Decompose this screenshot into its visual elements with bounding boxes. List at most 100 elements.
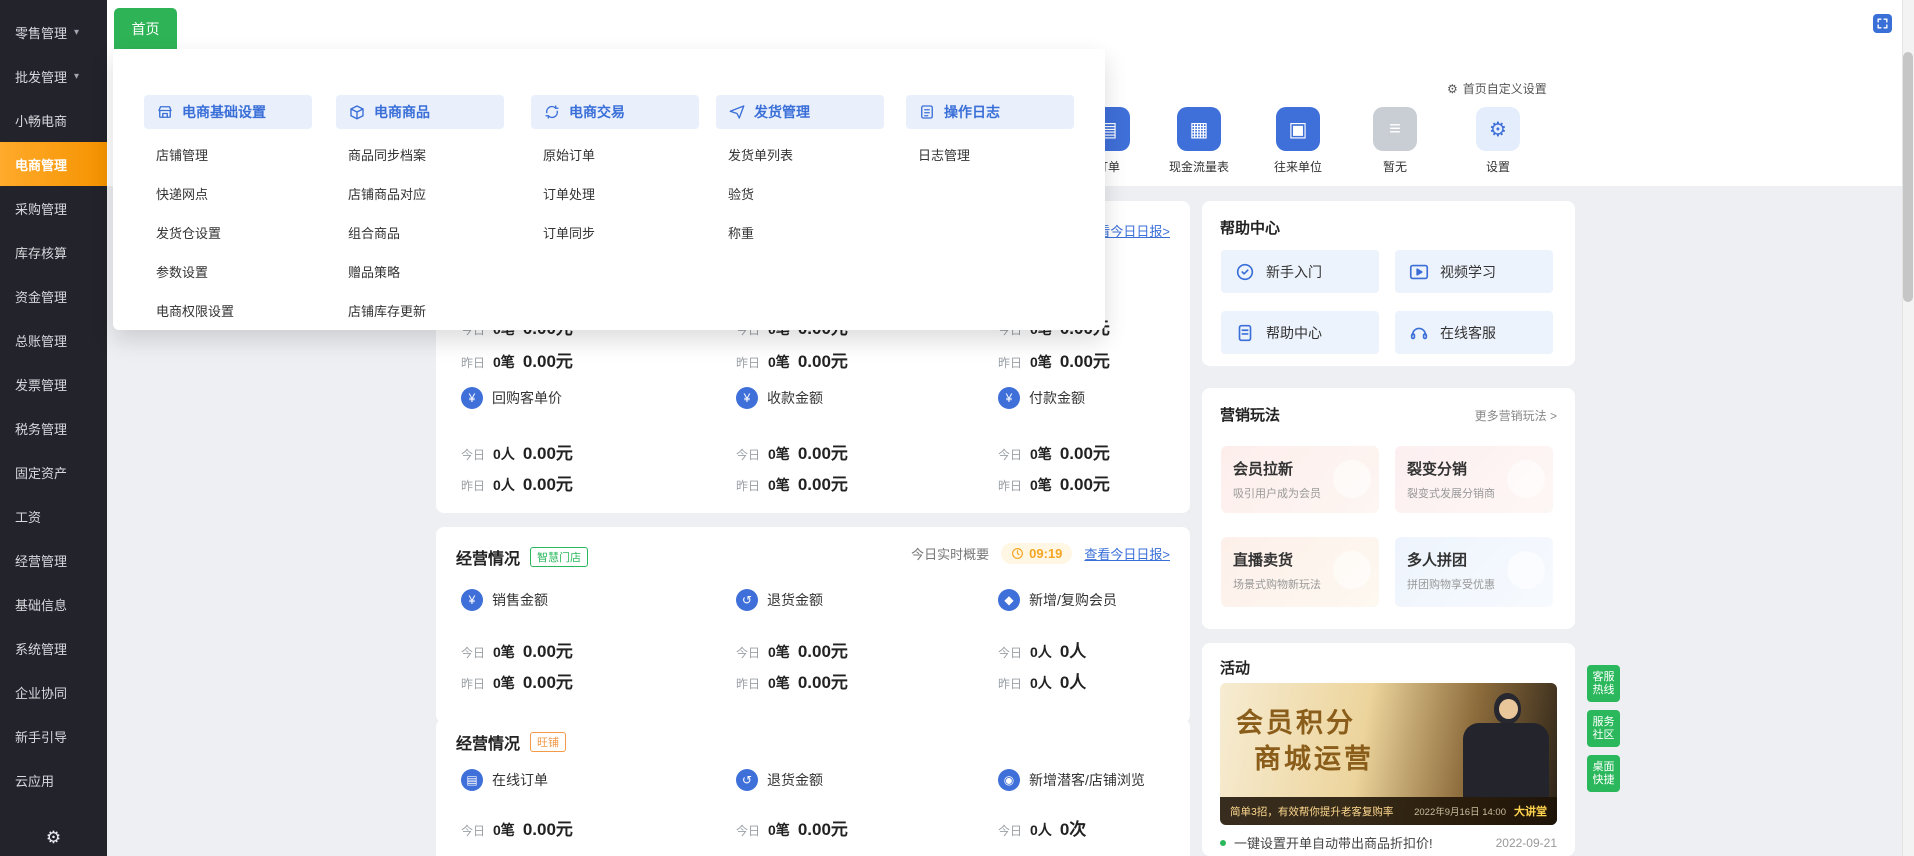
menu-item-product-sync-archive[interactable]: 商品同步档案 — [336, 136, 504, 175]
activity-title: 活动 — [1220, 660, 1251, 677]
sidebar-item-fixed-assets[interactable]: 固定资产 — [0, 450, 107, 494]
help-item-video-learning[interactable]: 视频学习 — [1395, 250, 1553, 293]
sidebar-item-ecommerce-management[interactable]: 电商管理 — [0, 142, 107, 186]
top-bar: 首页 — [107, 0, 1914, 49]
empty-icon: ≡ — [1373, 107, 1417, 151]
sidebar-item-general-ledger[interactable]: 总账管理 — [0, 318, 107, 362]
sidebar-item-collaboration[interactable]: 企业协同 — [0, 670, 107, 714]
sidebar-item-beginner-guide[interactable]: 新手引导 — [0, 714, 107, 758]
scrollbar-track — [1902, 0, 1914, 856]
desktop-shortcut-button[interactable]: 桌面 快捷 — [1587, 755, 1620, 792]
sidebar-item-xiaochang-ecommerce[interactable]: 小畅电商 — [0, 98, 107, 142]
return-icon: ↺ — [736, 589, 758, 611]
menu-item-shipping-warehouse[interactable]: 发货仓设置 — [144, 214, 312, 253]
menu-item-gift-strategy[interactable]: 赠品策略 — [336, 253, 504, 292]
menu-item-permission-settings[interactable]: 电商权限设置 — [144, 292, 312, 331]
menu-item-original-orders[interactable]: 原始订单 — [531, 136, 699, 175]
video-play-icon — [1409, 264, 1429, 279]
table-icon: ▦ — [1177, 107, 1221, 151]
sidebar: 零售管理 ▾ 批发管理 ▾ 小畅电商 电商管理 采购管理 库存核算 资金管理 总账管… — [0, 0, 107, 856]
sidebar-item-wholesale[interactable]: 批发管理 ▾ — [0, 54, 107, 98]
shipping-icon — [729, 105, 745, 119]
menu-header-logs[interactable]: 操作日志 — [906, 95, 1074, 129]
marketing-live-selling[interactable]: 直播卖货 场景式购物新玩法 — [1221, 537, 1379, 607]
order-icon: ▤ — [461, 769, 483, 791]
service-community-button[interactable]: 服务 社区 — [1587, 710, 1620, 747]
service-hotline-button[interactable]: 客服 热线 — [1587, 665, 1620, 702]
metric-sales-amount: ¥ 销售金额 今日 0笔 0.00元 昨日 0笔 0.00元 — [461, 589, 701, 693]
sidebar-item-operations[interactable]: 经营管理 — [0, 538, 107, 582]
quick-action-cashflow-report[interactable]: ▦ 现金流量表 — [1167, 107, 1231, 175]
settings-gear-icon[interactable]: ⚙ — [0, 828, 107, 848]
fullscreen-icon[interactable] — [1873, 14, 1892, 33]
menu-header-base-settings[interactable]: 电商基础设置 — [144, 95, 312, 129]
gear-icon: ⚙ — [1476, 107, 1520, 151]
sidebar-item-tax[interactable]: 税务管理 — [0, 406, 107, 450]
banner-ribbon: 简单3招，有效帮你提升老客复购率 2022年9月16日 14:00 大讲堂 — [1220, 797, 1557, 825]
storefront-icon — [158, 106, 172, 118]
menu-item-inspection[interactable]: 验货 — [716, 175, 884, 214]
return-icon: ↺ — [736, 769, 758, 791]
sidebar-item-salary[interactable]: 工资 — [0, 494, 107, 538]
sidebar-item-inventory[interactable]: 库存核算 — [0, 230, 107, 274]
help-item-beginner[interactable]: 新手入门 — [1221, 250, 1379, 293]
menu-column-products: 电商商品 商品同步档案 店铺商品对应 组合商品 赠品策略 店铺库存更新 — [336, 95, 504, 331]
badge-check-icon — [1236, 263, 1254, 280]
menu-item-store-product-mapping[interactable]: 店铺商品对应 — [336, 175, 504, 214]
menu-column-trade: 电商交易 原始订单 订单处理 订单同步 — [531, 95, 699, 253]
help-item-help-center[interactable]: 帮助中心 — [1221, 311, 1379, 354]
sidebar-item-basic-info[interactable]: 基础信息 — [0, 582, 107, 626]
sidebar-item-funds[interactable]: 资金管理 — [0, 274, 107, 318]
home-customize-link[interactable]: ⚙ 首页自定义设置 — [1447, 80, 1547, 97]
menu-item-order-processing[interactable]: 订单处理 — [531, 175, 699, 214]
chevron-down-icon: ▾ — [74, 70, 80, 82]
money-icon: ¥ — [736, 387, 758, 409]
quick-action-settings[interactable]: ⚙ 设置 — [1466, 107, 1530, 175]
promo-banner[interactable]: 会员积分 商城运营 简单3招，有效帮你提升老客复购率 2022年9月16日 14… — [1220, 683, 1557, 825]
headset-icon — [1410, 327, 1428, 339]
view-daily-report-link[interactable]: 查看今日日报> — [1084, 544, 1170, 563]
menu-header-trade[interactable]: 电商交易 — [531, 95, 699, 129]
member-icon: ◆ — [998, 589, 1020, 611]
sidebar-item-invoice[interactable]: 发票管理 — [0, 362, 107, 406]
metric-new-repurchase-members: ◆ 新增/复购会员 今日 0人 0人 昨日 0人 0人 — [998, 589, 1183, 693]
menu-item-shipping-list[interactable]: 发货单列表 — [716, 136, 884, 175]
menu-item-express-outlets[interactable]: 快递网点 — [144, 175, 312, 214]
partner-icon: ▣ — [1276, 107, 1320, 151]
menu-item-weighing[interactable]: 称重 — [716, 214, 884, 253]
sidebar-item-system[interactable]: 系统管理 — [0, 626, 107, 670]
marketing-group-buying[interactable]: 多人拼团 拼团购物享受优惠 — [1395, 537, 1553, 607]
help-item-online-service[interactable]: 在线客服 — [1395, 311, 1553, 354]
menu-header-shipping[interactable]: 发货管理 — [716, 95, 884, 129]
card-title: 经营情况 — [456, 736, 521, 753]
menu-item-store-management[interactable]: 店铺管理 — [144, 136, 312, 175]
marketing-fission-distribution[interactable]: 裂变分销 裂变式发展分销商 — [1395, 446, 1553, 513]
metric-refund-amount: ↺ 退货金额 今日 0笔 0.00元 昨日 0笔 0.00元 — [736, 589, 976, 693]
tab-home[interactable]: 首页 — [114, 8, 177, 49]
money-icon: ¥ — [998, 387, 1020, 409]
quick-action-partners[interactable]: ▣ 往来单位 — [1266, 107, 1330, 175]
box-icon — [350, 105, 364, 120]
more-marketing-link[interactable]: 更多营销玩法 > — [1475, 407, 1557, 424]
money-icon: ¥ — [461, 589, 483, 611]
menu-item-order-sync[interactable]: 订单同步 — [531, 214, 699, 253]
menu-column-logs: 操作日志 日志管理 — [906, 95, 1074, 175]
metric-receipts: ¥ 收款金额 今日 0笔 0.00元 昨日 0笔 0.00元 — [736, 387, 976, 495]
visitor-icon: ◉ — [998, 769, 1020, 791]
sidebar-item-cloud-apps[interactable]: 云应用 — [0, 758, 107, 802]
metric-payments: ¥ 付款金额 今日 0笔 0.00元 昨日 0笔 0.00元 — [998, 387, 1183, 495]
sidebar-item-purchase[interactable]: 采购管理 — [0, 186, 107, 230]
menu-item-store-stock-update[interactable]: 店铺库存更新 — [336, 292, 504, 331]
smart-store-badge: 智慧门店 — [530, 547, 589, 567]
sidebar-item-retail[interactable]: 零售管理 ▾ — [0, 10, 107, 54]
menu-item-parameter-settings[interactable]: 参数设置 — [144, 253, 312, 292]
menu-header-products[interactable]: 电商商品 — [336, 95, 504, 129]
menu-item-log-management[interactable]: 日志管理 — [906, 136, 1074, 175]
menu-item-combo-products[interactable]: 组合商品 — [336, 214, 504, 253]
help-center-title: 帮助中心 — [1220, 220, 1281, 237]
marketing-member-acquisition[interactable]: 会员拉新 吸引用户成为会员 — [1221, 446, 1379, 513]
activity-news-item[interactable]: 一键设置开单自动带出商品折扣价! 2022-09-21 — [1220, 833, 1557, 852]
help-center-card: 帮助中心 新手入门 视频学习 帮助中心 在线客服 — [1202, 201, 1575, 366]
scrollbar-thumb[interactable] — [1903, 52, 1913, 302]
time-pill: 09:19 — [1001, 543, 1073, 564]
